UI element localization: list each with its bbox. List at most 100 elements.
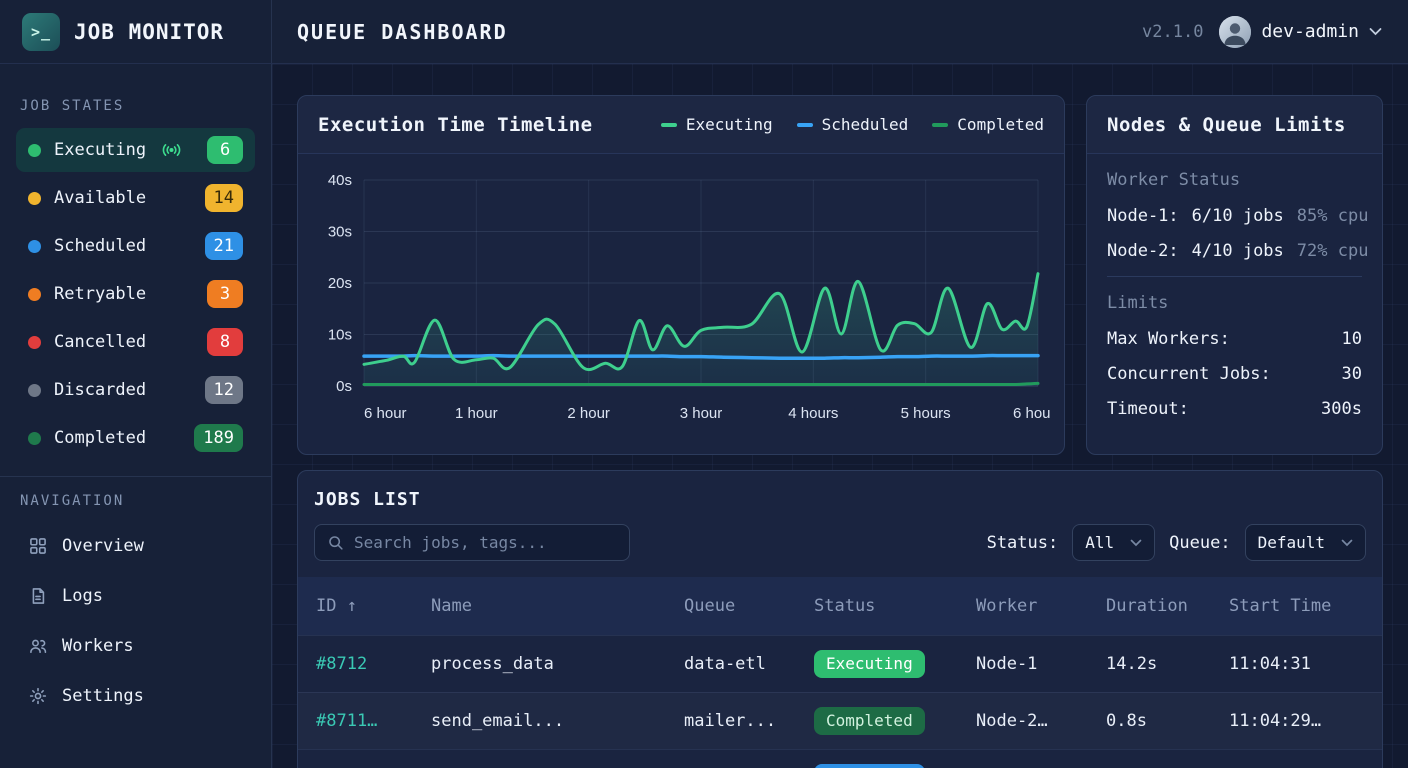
legend-label: Executing — [685, 115, 773, 134]
legend-swatch-scheduled — [796, 122, 813, 127]
execution-timeline-card: Execution Time Timeline Executing Schedu… — [297, 95, 1065, 455]
nav-label: Settings — [62, 686, 144, 706]
node-label: Node-1: — [1107, 206, 1179, 226]
count-badge: 189 — [194, 424, 243, 452]
cell-id[interactable]: #8711… — [316, 711, 431, 731]
limit-value: 300s — [1321, 399, 1362, 419]
sidebar-divider — [0, 476, 271, 477]
sidebar-item-available[interactable]: Available 14 — [16, 176, 255, 220]
chevron-down-icon — [1130, 539, 1142, 547]
node-cpu: 72% cpu — [1296, 241, 1369, 261]
version-label: v2.1.0 — [1142, 21, 1204, 42]
status-filter-select[interactable]: All — [1072, 524, 1156, 561]
node-label: Node-2: — [1107, 241, 1179, 261]
app-brand: >_ JOB MONITOR — [0, 0, 272, 63]
cell-worker: Node-1 — [976, 654, 1038, 674]
queue-filter-value: Default — [1257, 533, 1325, 552]
sidebar-item-completed[interactable]: Completed 189 — [16, 416, 255, 460]
table-row[interactable]: #8712 process_data data-etl Executing No… — [298, 635, 1382, 692]
svg-text:10s: 10s — [328, 327, 352, 344]
count-badge: 14 — [204, 184, 243, 212]
status-dot-available — [28, 191, 41, 205]
state-label: Cancelled — [54, 332, 147, 352]
nav-label: Overview — [62, 536, 144, 556]
legend-swatch-completed — [932, 122, 949, 127]
user-name: dev-admin — [1261, 21, 1359, 42]
broadcast-icon — [159, 142, 184, 158]
sidebar-item-cancelled[interactable]: Cancelled 8 — [16, 320, 255, 364]
legend-item-completed[interactable]: Completed — [932, 115, 1044, 134]
search-input[interactable] — [354, 533, 617, 552]
nodes-limits-card: Nodes & Queue Limits Worker Status Node-… — [1086, 95, 1383, 455]
limit-value: 10 — [1341, 329, 1362, 349]
column-header-worker[interactable]: Worker — [976, 596, 1106, 616]
sidebar-item-settings[interactable]: Settings — [16, 673, 255, 719]
user-menu[interactable]: dev-admin — [1219, 15, 1382, 48]
state-label: Discarded — [54, 380, 147, 400]
status-dot-completed — [28, 431, 41, 445]
sidebar-item-executing[interactable]: Executing 6 — [16, 128, 255, 172]
svg-text:5 hours: 5 hours — [901, 405, 951, 422]
state-label: Completed — [54, 428, 147, 448]
legend-item-scheduled[interactable]: Scheduled — [796, 115, 909, 134]
column-header-status[interactable]: Status — [814, 596, 976, 616]
state-label: Scheduled — [54, 236, 147, 256]
limits-header: Limits — [1107, 293, 1169, 313]
svg-text:1 hour: 1 hour — [455, 405, 498, 422]
table-row[interactable]: #8711… send_email... mailer... Completed… — [298, 692, 1382, 749]
limit-row: Timeout: 300s — [1107, 399, 1362, 419]
status-dot-executing — [28, 143, 41, 157]
status-filter-value: All — [1085, 533, 1115, 552]
timeline-chart: 0s 10s 20s 30s 40s 6 hour 1 hour 2 hour 3 hour 4 … — [328, 172, 1063, 422]
queue-filter-label: Queue: — [1169, 532, 1231, 553]
queue-filter-select[interactable]: Default — [1244, 524, 1366, 561]
sidebar-item-scheduled[interactable]: Scheduled 21 — [16, 224, 255, 268]
count-badge: 8 — [207, 328, 243, 356]
limit-label: Max Workers: — [1107, 329, 1230, 349]
legend-label: Scheduled — [821, 115, 909, 134]
svg-text:3 hour: 3 hour — [680, 405, 723, 422]
status-dot-cancelled — [28, 335, 41, 349]
count-badge: 6 — [207, 136, 244, 164]
status-badge: Executing — [814, 650, 925, 678]
sidebar-item-discarded[interactable]: Discarded 12 — [16, 368, 255, 412]
terminal-glyph: >_ — [30, 22, 52, 41]
column-header-name[interactable]: Name — [431, 596, 684, 616]
table-row[interactable]: #8710 process_data mailer Scheduled Node… — [298, 749, 1382, 768]
state-label: Available — [54, 188, 147, 208]
navigation-header: NAVIGATION — [20, 493, 125, 509]
legend-swatch-executing — [660, 122, 677, 127]
svg-text:20s: 20s — [328, 275, 352, 292]
column-header-duration[interactable]: Duration — [1106, 596, 1229, 616]
cell-start-time: 11:04:29… — [1229, 711, 1322, 731]
legend-item-executing[interactable]: Executing — [660, 115, 773, 134]
sidebar-item-logs[interactable]: Logs — [16, 573, 255, 619]
chevron-down-icon — [1369, 27, 1382, 36]
cell-name: send_email... — [431, 711, 565, 731]
sidebar-item-retryable[interactable]: Retryable 3 — [16, 272, 255, 316]
column-header-queue[interactable]: Queue — [684, 596, 814, 616]
nodes-card-title: Nodes & Queue Limits — [1107, 113, 1346, 136]
sidebar: JOB STATES Executing 6 Available 14 Sche… — [0, 64, 272, 768]
node-jobs: 6/10 jobs — [1191, 206, 1284, 226]
limit-label: Timeout: — [1107, 399, 1189, 419]
column-header-id[interactable]: ID ↑ — [316, 596, 431, 616]
gear-icon — [29, 687, 47, 705]
cell-name: process_data — [431, 654, 554, 674]
node-status-row: Node-1: 6/10 jobs 85% cpu — [1107, 206, 1368, 226]
count-badge: 21 — [204, 232, 243, 260]
limit-value: 30 — [1341, 364, 1362, 384]
worker-status-header: Worker Status — [1107, 170, 1241, 190]
svg-text:6 hour: 6 hour — [364, 405, 407, 422]
sidebar-item-workers[interactable]: Workers — [16, 623, 255, 669]
document-icon — [32, 588, 45, 604]
grid-icon — [30, 538, 46, 554]
search-box — [314, 524, 630, 561]
column-header-start-time[interactable]: Start Time — [1229, 596, 1382, 616]
cell-id[interactable]: #8712 — [316, 654, 431, 674]
sidebar-item-overview[interactable]: Overview — [16, 523, 255, 569]
legend-label: Completed — [957, 115, 1044, 134]
table-header-row: ID ↑ Name Queue Status Worker Duration S… — [298, 577, 1382, 635]
svg-text:0s: 0s — [336, 378, 352, 395]
cell-duration: 0.8s — [1106, 711, 1147, 731]
